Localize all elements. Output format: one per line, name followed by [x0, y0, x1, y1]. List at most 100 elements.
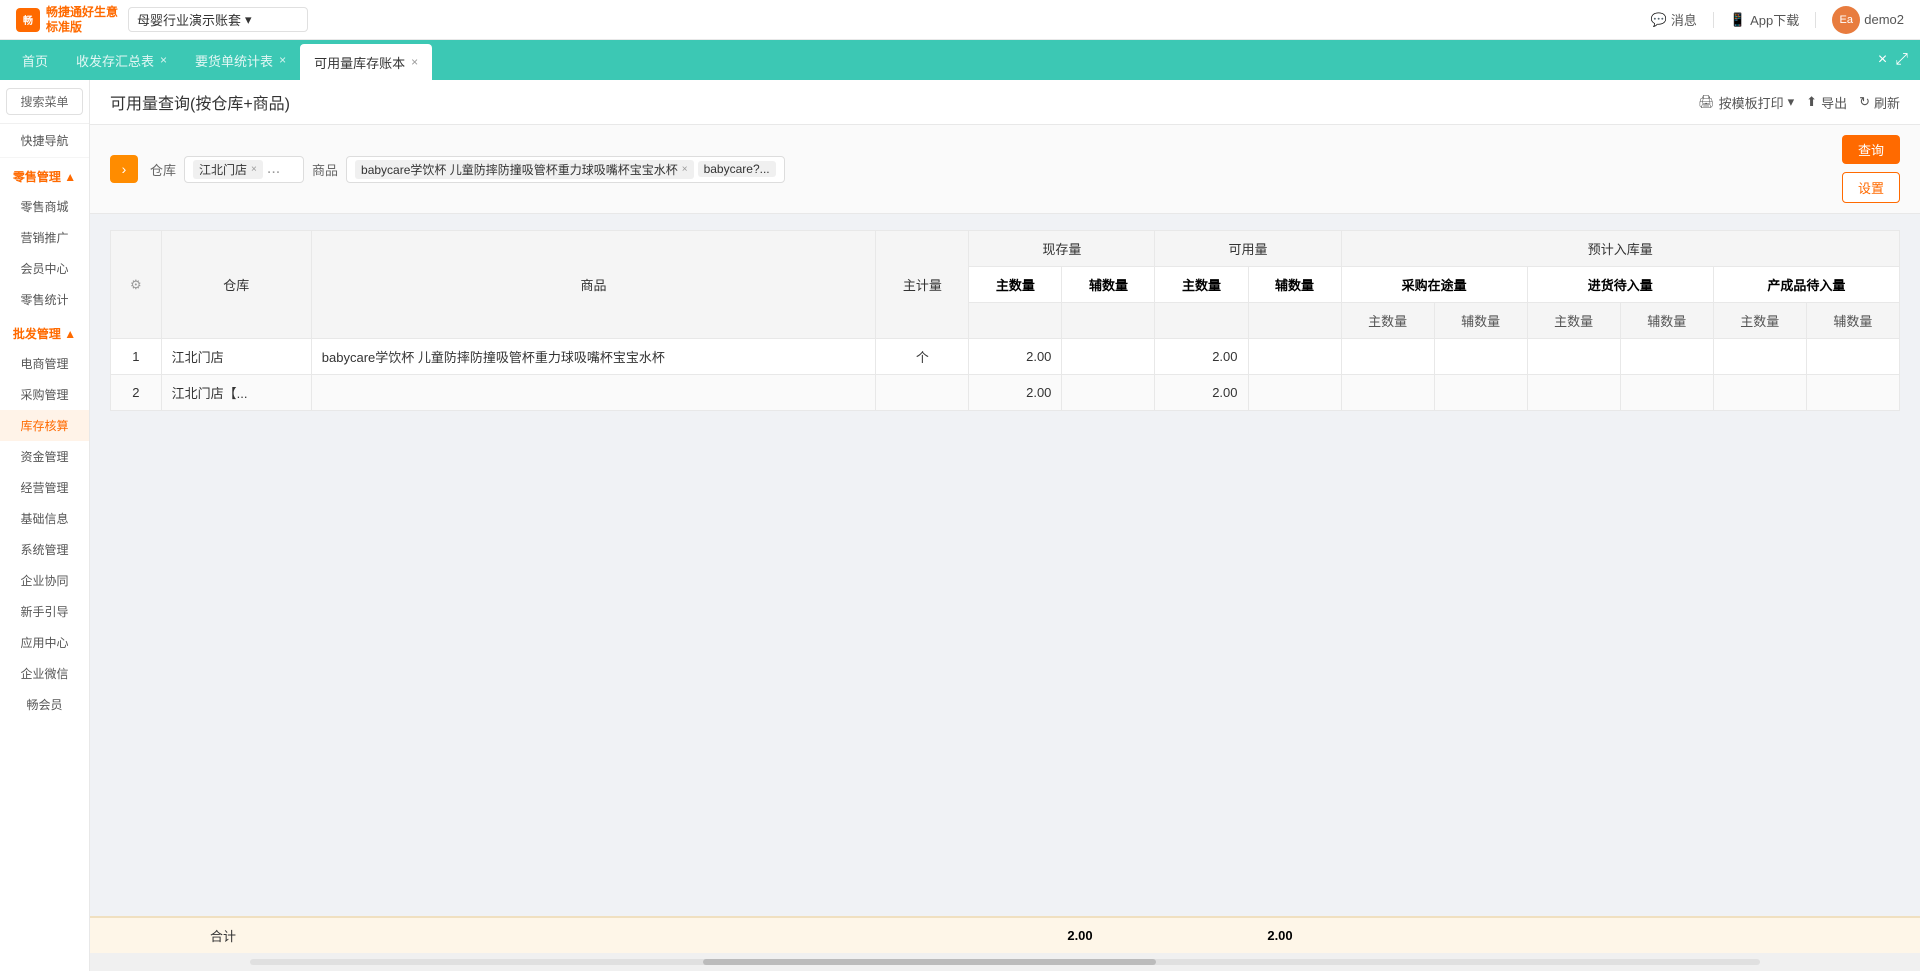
row1-stock-main: 2.00 — [969, 339, 1062, 375]
warehouse-label: 仓库 — [150, 160, 176, 179]
row2-index: 2 — [111, 375, 162, 411]
sub-inbound-aux: 辅数量 — [1620, 303, 1713, 339]
sub-purchase-aux: 辅数量 — [1434, 303, 1527, 339]
logo: 畅 畅捷通好生意 标准版 — [16, 5, 118, 34]
row1-unit: 个 — [876, 339, 969, 375]
row1-product: babycare学饮杯 儿童防摔防撞吸管杯重力球吸嘴杯宝宝水杯 — [311, 339, 876, 375]
product-input[interactable]: babycare学饮杯 儿童防摔防撞吸管杯重力球吸嘴杯宝宝水杯 × babyca… — [346, 156, 785, 183]
sidebar-item-basics[interactable]: 基础信息 — [0, 503, 89, 534]
tab-order-stat[interactable]: 要货单统计表 × — [181, 40, 300, 80]
col-avail-main-header: 主数量 — [1155, 267, 1248, 303]
tab-receivable[interactable]: 收发存汇总表 × — [62, 40, 181, 80]
app-icon: 📱 — [1730, 12, 1746, 28]
col-avail-aux-header: 辅数量 — [1248, 267, 1341, 303]
sidebar-item-operations[interactable]: 经营管理 — [0, 472, 89, 503]
sidebar-item-system[interactable]: 系统管理 — [0, 534, 89, 565]
sidebar-section-wholesale[interactable]: 批发管理 ▲ — [0, 315, 89, 348]
tab-close-receivable[interactable]: × — [160, 53, 167, 67]
sidebar-item-member[interactable]: 畅会员 — [0, 689, 89, 720]
print-btn[interactable]: 🖨 按模板打印 ▾ — [1698, 93, 1794, 112]
search-menu-btn[interactable]: 搜索菜单 — [6, 88, 83, 115]
tab-close-available-stock[interactable]: × — [411, 55, 418, 69]
row2-product — [311, 375, 876, 411]
col-gear[interactable]: ⚙ — [111, 231, 162, 339]
col-stock-main-header: 主数量 — [969, 267, 1062, 303]
refresh-icon: ↻ — [1859, 94, 1870, 110]
sidebar-item-marketing[interactable]: 营销推广 — [0, 222, 89, 253]
row2-avail-aux — [1248, 375, 1341, 411]
product-tag1-close[interactable]: × — [682, 164, 688, 175]
sidebar-item-newuser[interactable]: 新手引导 — [0, 596, 89, 627]
message-icon: 💬 — [1651, 12, 1667, 28]
row1-stock-aux — [1062, 339, 1155, 375]
tab-home[interactable]: 首页 — [8, 40, 62, 80]
col-available-header: 可用量 — [1155, 231, 1341, 267]
col-inbound-header: 进货待入量 — [1527, 267, 1713, 303]
tab-close-all-icon[interactable]: × — [1878, 51, 1887, 69]
sidebar-item-inventory[interactable]: 库存核算 — [0, 410, 89, 441]
refresh-btn[interactable]: ↻ 刷新 — [1859, 93, 1900, 112]
tab-expand-icon[interactable]: ⤢ — [1895, 51, 1908, 69]
table-footer: 合计 2.00 2.00 — [90, 916, 1920, 953]
table-area: ⚙ 仓库 商品 主计量 现存量 可用量 预计入库量 主数量 辅数量 主数量 辅数… — [90, 214, 1920, 916]
sidebar-item-retail-stats[interactable]: 零售统计 — [0, 284, 89, 315]
warehouse-more-btn[interactable]: ... — [267, 160, 280, 178]
row2-stock-aux — [1062, 375, 1155, 411]
tab-available-stock[interactable]: 可用量库存账本 × — [300, 44, 432, 80]
col-stock-aux-header: 辅数量 — [1062, 267, 1155, 303]
divider — [1713, 12, 1714, 28]
row2-unit — [876, 375, 969, 411]
page-header: 可用量查询(按仓库+商品) 🖨 按模板打印 ▾ ⬆ 导出 ↻ 刷新 — [90, 80, 1920, 125]
col-product-header: 商品 — [311, 231, 876, 339]
sidebar-section-retail[interactable]: 零售管理 ▲ — [0, 158, 89, 191]
user-profile[interactable]: Ea demo2 — [1832, 6, 1904, 34]
industry-select[interactable]: 母婴行业演示账套 ▾ — [128, 7, 308, 32]
scrollbar-track — [250, 959, 1760, 965]
tab-bar-right: × ⤢ — [1878, 40, 1920, 80]
filter-toggle-btn[interactable]: › — [110, 155, 138, 183]
row1-index: 1 — [111, 339, 162, 375]
warehouse-tag-close[interactable]: × — [251, 164, 257, 175]
logo-text: 畅捷通好生意 标准版 — [46, 5, 118, 34]
sidebar-item-member-center[interactable]: 会员中心 — [0, 253, 89, 284]
table-settings-icon[interactable]: ⚙ — [130, 277, 142, 292]
row1-avail-aux — [1248, 339, 1341, 375]
content: 可用量查询(按仓库+商品) 🖨 按模板打印 ▾ ⬆ 导出 ↻ 刷新 — [90, 80, 1920, 971]
data-table: ⚙ 仓库 商品 主计量 现存量 可用量 预计入库量 主数量 辅数量 主数量 辅数… — [110, 230, 1900, 411]
page-actions: 🖨 按模板打印 ▾ ⬆ 导出 ↻ 刷新 — [1698, 93, 1900, 112]
product-label: 商品 — [312, 160, 338, 179]
export-btn[interactable]: ⬆ 导出 — [1806, 93, 1847, 112]
app-download-btn[interactable]: 📱 App下载 — [1730, 10, 1799, 29]
row2-inbound-main — [1527, 375, 1620, 411]
sidebar-item-wechat[interactable]: 企业微信 — [0, 658, 89, 689]
row1-inbound-aux — [1620, 339, 1713, 375]
row1-inbound-main — [1527, 339, 1620, 375]
filter-row: 仓库 江北门店 × ... 商品 babycare学饮杯 儿童防摔防撞吸管杯重力… — [150, 156, 1830, 183]
sidebar-item-quicknav[interactable]: 快捷导航 — [0, 124, 89, 158]
chevron-icon2: ▲ — [64, 327, 76, 341]
scrollbar-thumb[interactable] — [703, 959, 1156, 965]
sidebar-item-appcenter[interactable]: 应用中心 — [0, 627, 89, 658]
warehouse-input[interactable]: 江北门店 × ... — [184, 156, 304, 183]
query-btn[interactable]: 查询 — [1842, 135, 1900, 164]
top-bar-left: 畅 畅捷通好生意 标准版 母婴行业演示账套 ▾ — [16, 5, 308, 34]
footer-label: 合计 — [200, 926, 360, 945]
table-row: 2 江北门店【... 2.00 2.00 — [111, 375, 1900, 411]
logo-icon: 畅 — [16, 8, 40, 32]
sidebar-item-enterprise[interactable]: 企业协同 — [0, 565, 89, 596]
row1-avail-main: 2.00 — [1155, 339, 1248, 375]
sidebar-item-finance[interactable]: 资金管理 — [0, 441, 89, 472]
sidebar: 搜索菜单 快捷导航 零售管理 ▲ 零售商城 营销推广 会员中心 零售统计 批发管… — [0, 80, 90, 971]
sub-stock-main — [969, 303, 1062, 339]
sidebar-item-purchase[interactable]: 采购管理 — [0, 379, 89, 410]
settings-btn[interactable]: 设置 — [1842, 172, 1900, 203]
sub-inbound-main: 主数量 — [1527, 303, 1620, 339]
row2-purchase-aux — [1434, 375, 1527, 411]
sidebar-item-ecommerce[interactable]: 电商管理 — [0, 348, 89, 379]
message-btn[interactable]: 💬 消息 — [1651, 10, 1697, 29]
tab-close-order-stat[interactable]: × — [279, 53, 286, 67]
product-tag1: babycare学饮杯 儿童防摔防撞吸管杯重力球吸嘴杯宝宝水杯 × — [355, 160, 694, 179]
row2-warehouse: 江北门店【... — [161, 375, 311, 411]
sidebar-item-retail-mall[interactable]: 零售商城 — [0, 191, 89, 222]
table-row: 1 江北门店 babycare学饮杯 儿童防摔防撞吸管杯重力球吸嘴杯宝宝水杯 个… — [111, 339, 1900, 375]
